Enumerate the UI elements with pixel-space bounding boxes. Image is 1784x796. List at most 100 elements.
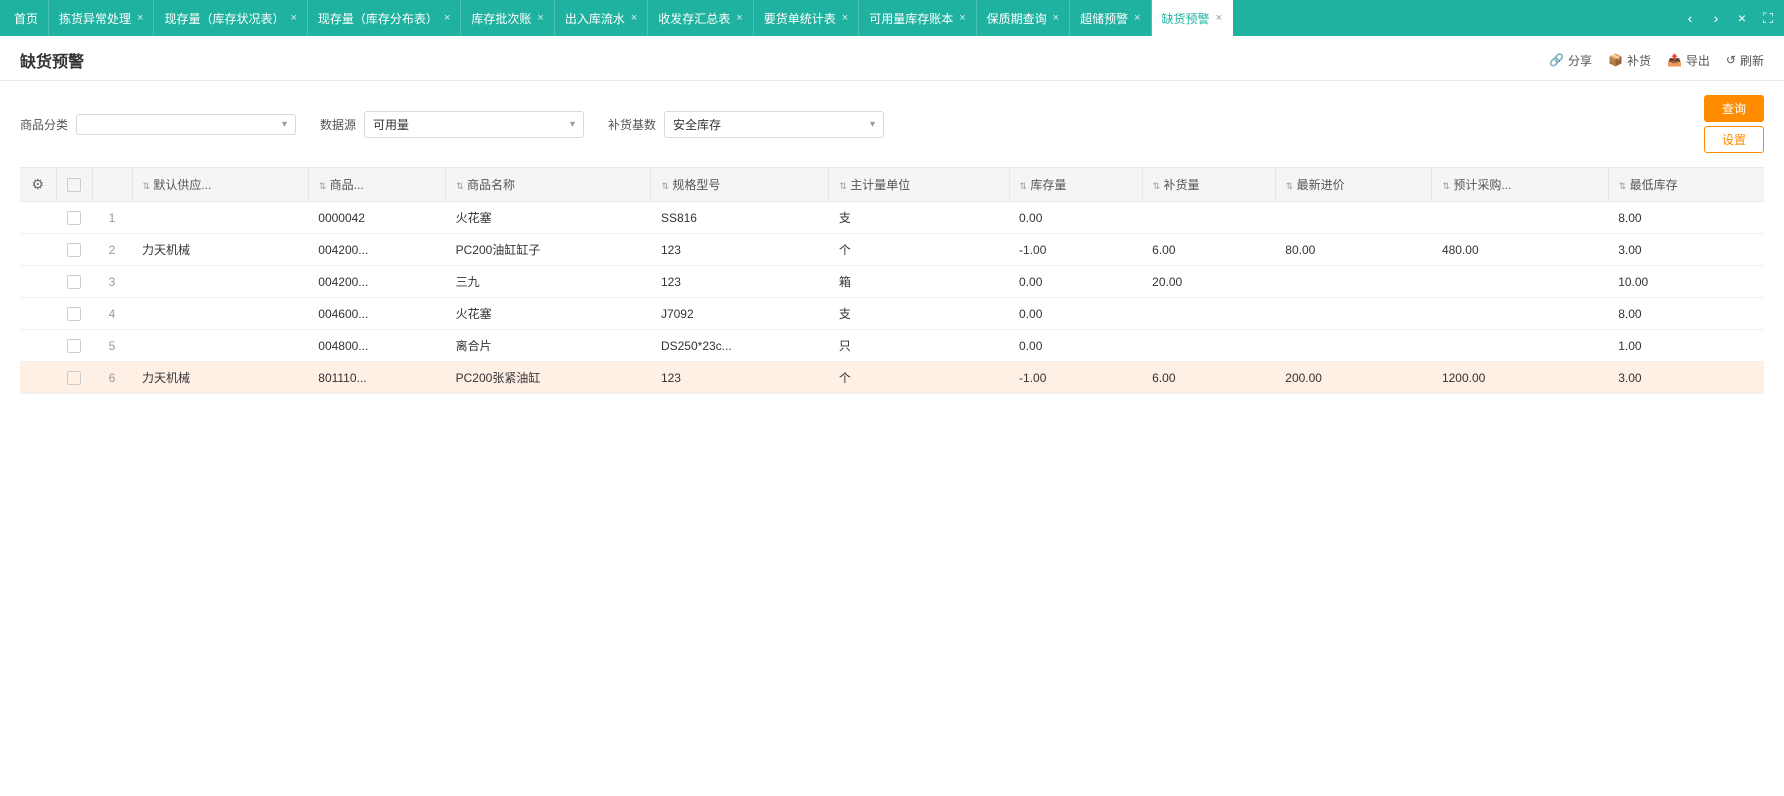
row-checkbox-cell [56, 202, 92, 234]
tab-close-icon[interactable]: × [736, 12, 742, 24]
tab-item-1[interactable]: 拣货异常处理× [49, 0, 154, 36]
row-goods-name: PC200油缸缸子 [446, 234, 651, 266]
row-est-purchase [1432, 298, 1608, 330]
select-all-checkbox[interactable] [67, 178, 81, 192]
row-replenish-qty [1142, 298, 1275, 330]
table-row: 3 004200... 三九 123 箱 0.00 20.00 10.00 [20, 266, 1764, 298]
row-checkbox[interactable] [67, 211, 81, 225]
table-row: 5 004800... 离合片 DS250*23c... 只 0.00 1.00 [20, 330, 1764, 362]
tab-close-icon[interactable]: × [631, 12, 637, 24]
category-filter: 商品分类 ▾ [20, 114, 296, 135]
tab-close-icon[interactable]: × [842, 12, 848, 24]
col-unit-header: ⇅ 主计量单位 [829, 168, 1009, 202]
export-button[interactable]: 📤 导出 [1667, 52, 1710, 69]
row-supplier: 力天机械 [132, 234, 308, 266]
tab-item-3[interactable]: 现存量（库存分布表）× [308, 0, 461, 36]
tab-bar: 首页拣货异常处理×现存量（库存状况表）×现存量（库存分布表）×库存批次账×出入库… [0, 0, 1784, 36]
tab-item-8[interactable]: 可用量库存账本× [859, 0, 976, 36]
row-checkbox[interactable] [67, 339, 81, 353]
tab-close-icon[interactable]: × [137, 12, 143, 24]
tab-close-icon[interactable]: × [537, 12, 543, 24]
tab-item-5[interactable]: 出入库流水 × [555, 0, 648, 36]
row-unit: 个 [829, 234, 1009, 266]
tab-close-icon[interactable]: × [959, 12, 965, 24]
table-row: 1 0000042 火花塞 SS816 支 0.00 8.00 [20, 202, 1764, 234]
table-row: 2 力天机械 004200... PC200油缸缸子 123 个 -1.00 6… [20, 234, 1764, 266]
replenish-button[interactable]: 📦 补货 [1608, 52, 1651, 69]
refresh-button[interactable]: ↺ 刷新 [1726, 52, 1764, 69]
tab-label: 缺货预警 [1162, 10, 1210, 27]
row-supplier [132, 298, 308, 330]
tab-label: 库存批次账 [471, 10, 531, 27]
tab-item-9[interactable]: 保质期查询 × [977, 0, 1070, 36]
col-latest-price-header: ⇅ 最新进价 [1275, 168, 1432, 202]
table-container: ⚙ ⇅ 默认供应... ⇅ 商品... [0, 167, 1784, 394]
row-est-purchase [1432, 330, 1608, 362]
row-checkbox[interactable] [67, 243, 81, 257]
row-goods-name: 三九 [446, 266, 651, 298]
tab-fullscreen-btn[interactable]: ⛶ [1756, 6, 1780, 30]
row-index: 4 [92, 298, 132, 330]
row-checkbox-cell [56, 234, 92, 266]
share-icon: 🔗 [1549, 53, 1564, 67]
header-actions: 🔗 分享 📦 补货 📤 导出 ↺ 刷新 [1549, 52, 1764, 69]
row-supplier [132, 202, 308, 234]
page-header: 缺货预警 🔗 分享 📦 补货 📤 导出 ↺ 刷新 [0, 36, 1784, 81]
tab-close-icon[interactable]: × [1053, 12, 1059, 24]
share-button[interactable]: 🔗 分享 [1549, 52, 1592, 69]
query-button[interactable]: 查询 [1704, 95, 1764, 122]
filter-bar: 商品分类 ▾ 数据源 可用量 ▾ 补货基数 安全库存 ▾ 查询 设置 [0, 81, 1784, 167]
tab-item-11[interactable]: 缺货预警 × [1152, 0, 1233, 36]
row-latest-price [1275, 298, 1432, 330]
row-gear-cell [20, 330, 56, 362]
row-replenish-qty [1142, 330, 1275, 362]
replenish-icon: 📦 [1608, 53, 1623, 67]
tab-label: 出入库流水 [565, 10, 625, 27]
row-checkbox[interactable] [67, 371, 81, 385]
row-unit: 箱 [829, 266, 1009, 298]
tab-label: 超储预警 [1080, 10, 1128, 27]
settings-button[interactable]: 设置 [1704, 126, 1764, 153]
tab-close-icon[interactable]: × [444, 12, 450, 24]
tab-item-4[interactable]: 库存批次账 × [461, 0, 554, 36]
tab-close-icon[interactable]: × [1134, 12, 1140, 24]
tab-close-icon[interactable]: × [290, 12, 296, 24]
page-content: 缺货预警 🔗 分享 📦 补货 📤 导出 ↺ 刷新 商品分类 [0, 36, 1784, 796]
category-label: 商品分类 [20, 116, 68, 133]
replenish-basis-select[interactable]: 安全库存 ▾ [664, 111, 884, 138]
tab-close-all-btn[interactable]: × [1730, 6, 1754, 30]
row-est-purchase [1432, 266, 1608, 298]
row-checkbox[interactable] [67, 307, 81, 321]
tab-prev-btn[interactable]: ‹ [1678, 6, 1702, 30]
row-goods-code: 004200... [308, 234, 445, 266]
sort-icon: ⇅ [1020, 181, 1028, 191]
category-select[interactable]: ▾ [76, 114, 296, 135]
tab-close-icon[interactable]: × [1216, 12, 1222, 24]
row-stock: -1.00 [1009, 362, 1142, 394]
tab-label: 保质期查询 [987, 10, 1047, 27]
tab-item-6[interactable]: 收发存汇总表 × [648, 0, 753, 36]
sort-icon: ⇅ [456, 181, 464, 191]
row-goods-name: PC200张紧油缸 [446, 362, 651, 394]
row-latest-price [1275, 266, 1432, 298]
row-goods-code: 004800... [308, 330, 445, 362]
row-gear-cell [20, 362, 56, 394]
tab-item-0[interactable]: 首页 [4, 0, 49, 36]
tab-item-2[interactable]: 现存量（库存状况表）× [154, 0, 307, 36]
datasource-filter: 数据源 可用量 ▾ [320, 111, 584, 138]
tab-item-7[interactable]: 要货单统计表× [754, 0, 859, 36]
tab-next-btn[interactable]: › [1704, 6, 1728, 30]
gear-icon[interactable]: ⚙ [31, 176, 44, 193]
sort-icon: ⇅ [1619, 181, 1627, 191]
row-unit: 支 [829, 298, 1009, 330]
row-goods-code: 004200... [308, 266, 445, 298]
tab-label: 收发存汇总表 [658, 10, 730, 27]
export-icon: 📤 [1667, 53, 1682, 67]
row-goods-code: 801110... [308, 362, 445, 394]
row-min-stock: 3.00 [1608, 362, 1764, 394]
row-checkbox-cell [56, 266, 92, 298]
datasource-select[interactable]: 可用量 ▾ [364, 111, 584, 138]
row-checkbox[interactable] [67, 275, 81, 289]
replenish-basis-filter: 补货基数 安全库存 ▾ [608, 111, 884, 138]
tab-item-10[interactable]: 超储预警 × [1070, 0, 1151, 36]
